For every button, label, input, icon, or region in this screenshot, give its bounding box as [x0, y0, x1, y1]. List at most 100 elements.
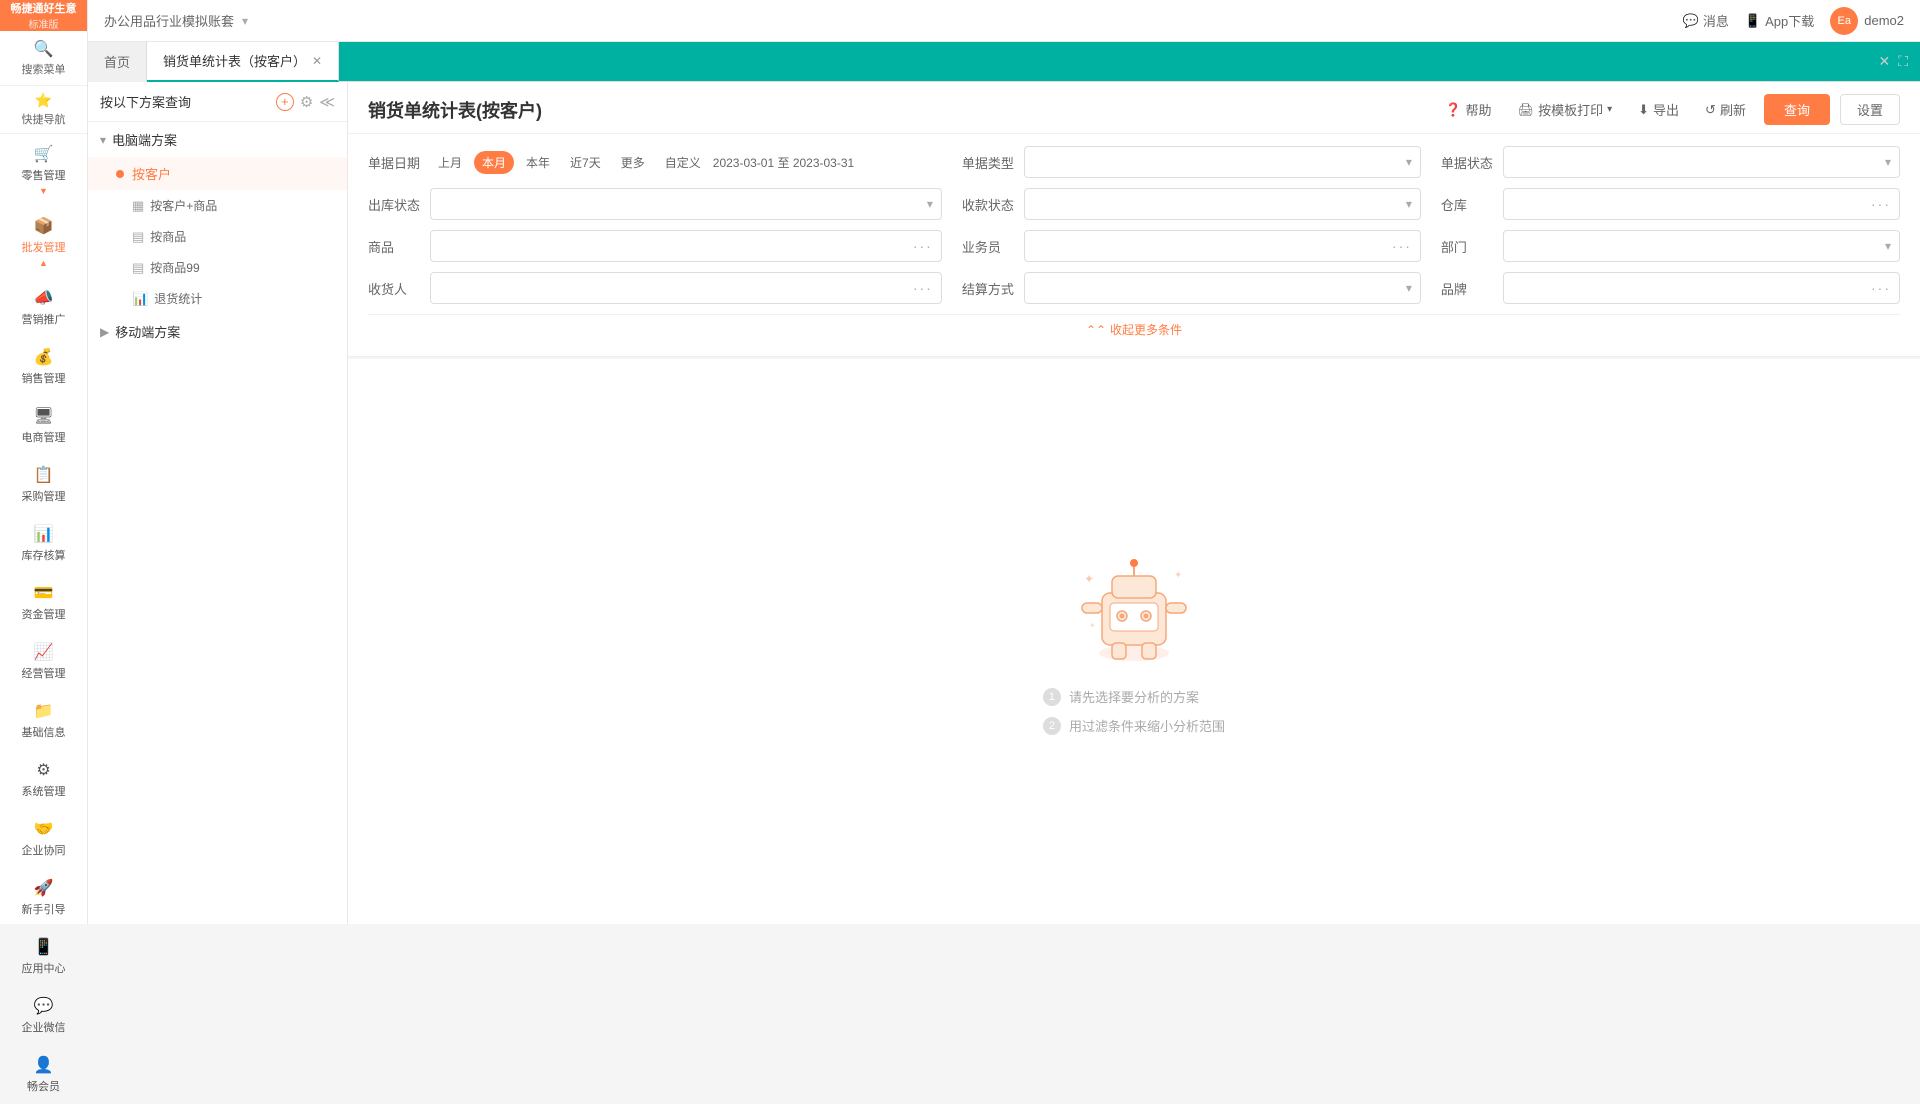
sidebar-item-basic[interactable]: 📁 基础信息	[0, 691, 87, 750]
sidebar-item-inventory[interactable]: 📊 库存核算	[0, 514, 87, 573]
sidebar-item-wholesale[interactable]: 📦 批发管理 ▲	[0, 206, 87, 278]
sidebar-item-system[interactable]: ⚙ 系统管理	[0, 750, 87, 809]
settings-button[interactable]: 设置	[1840, 94, 1900, 125]
doc-type-arrow-icon: ▾	[1406, 155, 1412, 169]
date-tab-custom[interactable]: 自定义	[657, 151, 709, 174]
date-tab-more[interactable]: 更多	[613, 151, 653, 174]
active-dot-icon	[116, 170, 124, 178]
sidebar-item-quick-nav[interactable]: ⭐ 快捷导航	[0, 86, 87, 134]
appcenter-icon: 📱	[34, 937, 54, 957]
scheme-group-desktop: ▾ 电脑端方案 按客户 ▦ 按客户+商品 ▤ 按商品	[88, 122, 347, 314]
maximize-icon[interactable]: ⛶	[1898, 53, 1908, 70]
sidebar-newbie-label: 新手引导	[22, 901, 66, 917]
finance-icon: 💳	[34, 583, 54, 603]
refresh-btn[interactable]: ↺ 刷新	[1697, 96, 1754, 123]
sidebar-item-finance[interactable]: 💳 资金管理	[0, 573, 87, 632]
department-control[interactable]: ▾	[1503, 230, 1900, 262]
tab-sales-stat[interactable]: 销货单统计表（按客户） ✕	[147, 42, 339, 82]
brand-control[interactable]: ···	[1503, 272, 1900, 304]
filter-row-3: 商品 ··· 业务员 ···	[368, 230, 1900, 262]
scheme-by-product-label: 按商品	[150, 228, 186, 245]
date-tab-this-month[interactable]: 本月	[474, 151, 514, 174]
user-area[interactable]: Ea demo2	[1830, 7, 1904, 35]
help-label: 帮助	[1466, 100, 1492, 119]
logo-sub: 标准版	[29, 16, 59, 31]
sidebar-item-sales[interactable]: 💰 销售管理	[0, 337, 87, 396]
settlement-arrow-icon: ▾	[1406, 281, 1412, 295]
staff-control[interactable]: ···	[1024, 230, 1421, 262]
retail-icon: 🛒	[34, 144, 54, 164]
sidebar-item-purchase[interactable]: 📋 采购管理	[0, 455, 87, 514]
account-dropdown-icon[interactable]: ▾	[242, 14, 248, 28]
sidebar-item-marketing[interactable]: 📣 营销推广	[0, 278, 87, 337]
warehouse-control[interactable]: ···	[1503, 188, 1900, 220]
sidebar-marketing-label: 营销推广	[22, 311, 66, 327]
scheme-group-desktop-header[interactable]: ▾ 电脑端方案	[88, 122, 347, 157]
out-status-control[interactable]: ▾	[430, 188, 942, 220]
out-status-arrow-icon: ▾	[927, 197, 933, 211]
doc-status-control[interactable]: ▾	[1503, 146, 1900, 178]
collapse-bar[interactable]: ⌃⌃ 收起更多条件	[368, 314, 1900, 344]
sidebar-quicknav-label: 快捷导航	[0, 111, 87, 127]
sidebar-system-label: 系统管理	[22, 783, 66, 799]
wholesale-arrow: ▲	[39, 258, 48, 268]
sidebar-item-operation[interactable]: 📈 经营管理	[0, 632, 87, 691]
collection-status-control[interactable]: ▾	[1024, 188, 1421, 220]
collection-status-arrow-icon: ▾	[1406, 197, 1412, 211]
scheme-item-by-customer[interactable]: 按客户	[88, 157, 347, 190]
scheme-item-return-stat[interactable]: 📊 退货统计	[88, 283, 347, 314]
app-download-btn[interactable]: 📱 App下载	[1745, 11, 1814, 30]
empty-state: ✦ ✦ ✦ 1 请先选择要分析的方案 2 用过滤条件来缩小分析范围	[348, 359, 1920, 924]
scheme-item-by-product99[interactable]: ▤ 按商品99	[88, 252, 347, 283]
messages-btn[interactable]: 💬 消息	[1683, 11, 1729, 30]
warehouse-label: 仓库	[1441, 195, 1497, 214]
brand-label: 品牌	[1441, 279, 1497, 298]
chart-icon-3: ▤	[132, 260, 144, 276]
help-btn[interactable]: ❓ 帮助	[1437, 96, 1499, 123]
filter-product-item: 商品 ···	[368, 230, 942, 262]
template-print-label: 按模板打印	[1538, 100, 1603, 119]
refresh-icon: ↺	[1705, 102, 1716, 118]
doc-status-label: 单据状态	[1441, 153, 1497, 172]
sidebar-enterprise-label: 企业协同	[22, 842, 66, 858]
filter-doc-status-item: 单据状态 ▾	[1441, 146, 1900, 178]
sidebar-item-ecommerce[interactable]: 🖥 电商管理	[0, 396, 87, 455]
doc-type-control[interactable]: ▾	[1024, 146, 1421, 178]
query-button[interactable]: 查询	[1764, 94, 1830, 125]
sidebar-item-appcenter[interactable]: 📱 应用中心	[0, 927, 87, 986]
collapse-scheme-icon[interactable]: ≪	[319, 93, 335, 111]
scheme-item-by-product[interactable]: ▤ 按商品	[88, 221, 347, 252]
tab-sales-stat-label: 销货单统计表（按客户）	[163, 51, 306, 70]
scheme-group-mobile-header[interactable]: ▶ 移动端方案	[88, 314, 347, 349]
sidebar-item-member[interactable]: 👤 畅会员	[0, 1045, 87, 1104]
svg-text:✦: ✦	[1174, 570, 1182, 581]
tab-home[interactable]: 首页	[88, 42, 147, 82]
staff-dots-icon: ···	[1392, 238, 1412, 254]
export-btn[interactable]: ⬇ 导出	[1630, 96, 1687, 123]
settlement-control[interactable]: ▾	[1024, 272, 1421, 304]
sidebar-item-newbie[interactable]: 🚀 新手引导	[0, 868, 87, 927]
date-tab-this-year[interactable]: 本年	[518, 151, 558, 174]
top-bar-right: 💬 消息 📱 App下载 Ea demo2	[1683, 7, 1904, 35]
template-print-btn[interactable]: 🖨 按模板打印 ▾	[1510, 96, 1621, 123]
scheme-item-by-customer-product[interactable]: ▦ 按客户+商品	[88, 190, 347, 221]
settings-scheme-icon[interactable]: ⚙	[300, 93, 313, 111]
recipient-control[interactable]: ···	[430, 272, 942, 304]
tab-close-icon[interactable]: ✕	[312, 54, 322, 68]
sidebar-item-enterprise[interactable]: 🤝 企业协同	[0, 809, 87, 868]
date-tab-last7[interactable]: 近7天	[562, 151, 609, 174]
empty-tip-1: 1 请先选择要分析的方案	[1043, 687, 1225, 706]
svg-text:✦: ✦	[1084, 572, 1094, 586]
sidebar-item-wechat[interactable]: 💬 企业微信	[0, 986, 87, 1045]
sidebar-item-retail[interactable]: 🛒 零售管理 ▼	[0, 134, 87, 206]
date-tab-last-month[interactable]: 上月	[430, 151, 470, 174]
member-icon: 👤	[34, 1055, 54, 1075]
sidebar-retail-label: 零售管理	[22, 167, 66, 183]
add-scheme-icon[interactable]: +	[276, 93, 294, 111]
sidebar-purchase-label: 采购管理	[22, 488, 66, 504]
tip-num-2: 2	[1043, 717, 1061, 735]
scheme-panel-header: 按以下方案查询 + ⚙ ≪	[88, 82, 347, 122]
product-control[interactable]: ···	[430, 230, 942, 262]
close-window-icon[interactable]: ✕	[1878, 53, 1890, 70]
sidebar-item-search[interactable]: 🔍 搜索菜单	[0, 31, 87, 86]
